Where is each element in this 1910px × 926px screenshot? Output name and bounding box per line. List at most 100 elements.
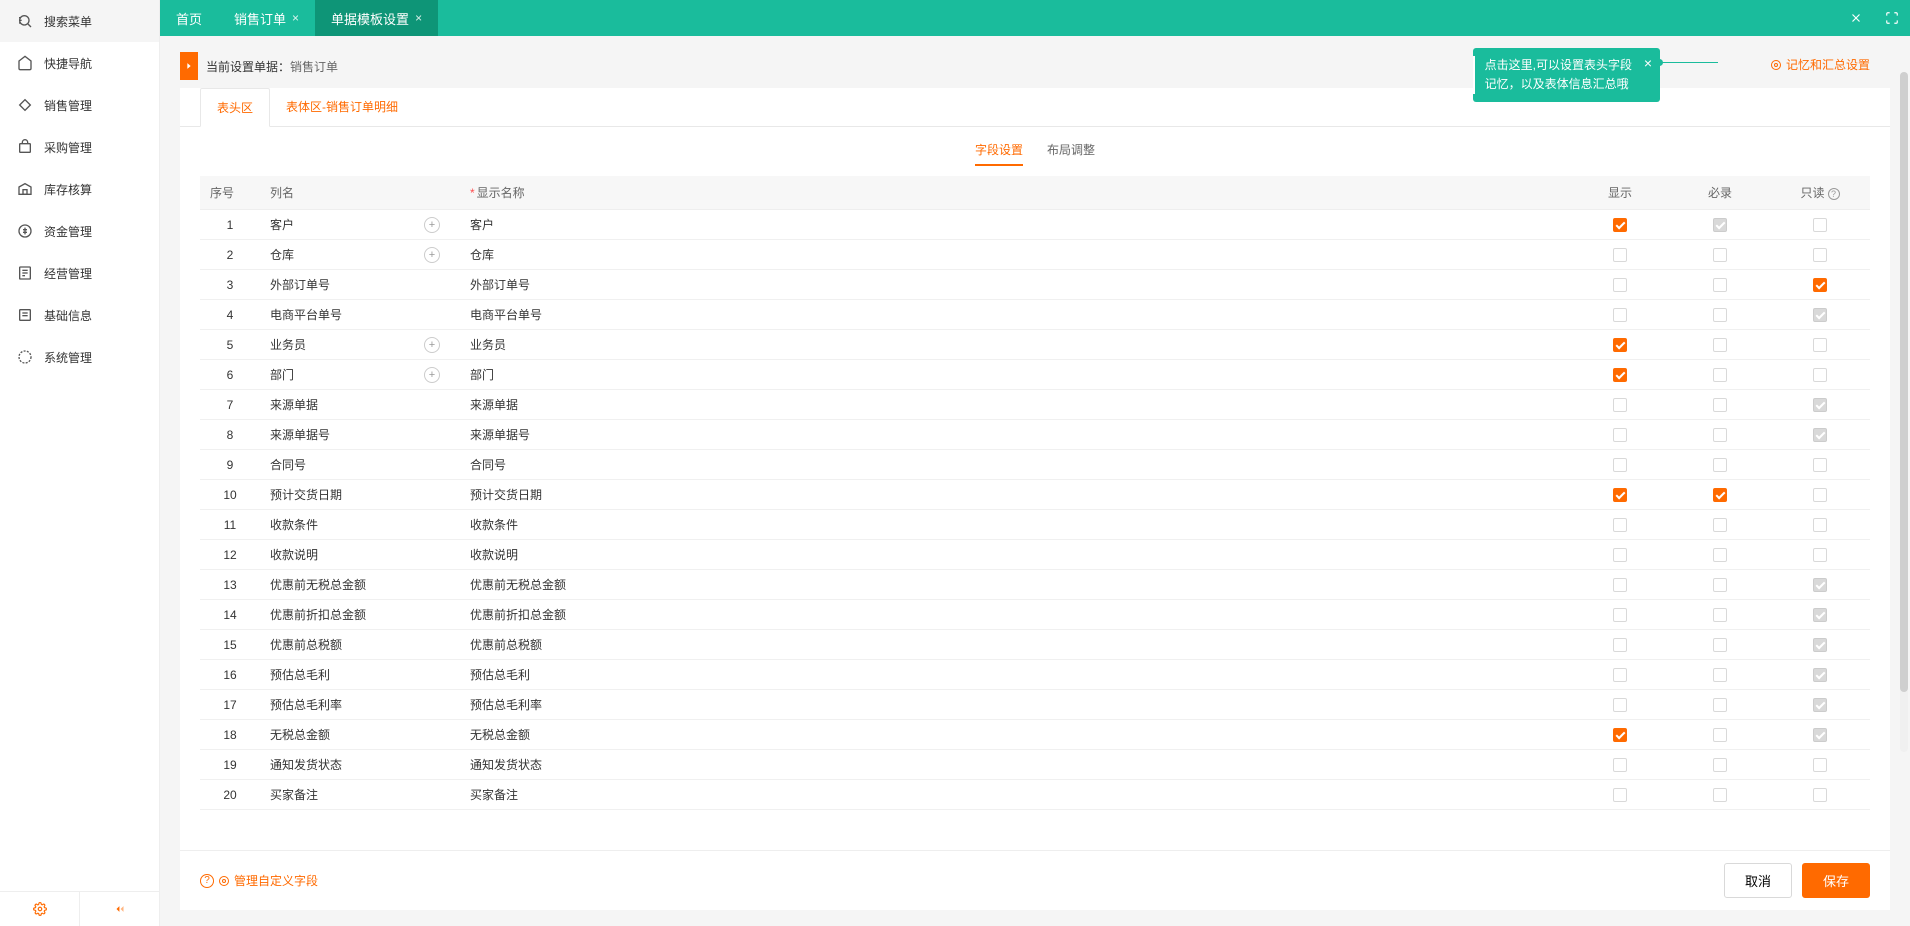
checkbox[interactable]: [1713, 758, 1727, 772]
checkbox[interactable]: [1713, 728, 1727, 742]
sidebar-item-2[interactable]: 销售管理: [0, 84, 159, 126]
sidebar-item-7[interactable]: 基础信息: [0, 294, 159, 336]
cell-dispname[interactable]: 业务员: [460, 330, 1570, 360]
checkbox[interactable]: [1713, 608, 1727, 622]
cell-dispname[interactable]: 合同号: [460, 450, 1570, 480]
checkbox[interactable]: [1813, 518, 1827, 532]
checkbox[interactable]: [1713, 308, 1727, 322]
checkbox[interactable]: [1813, 488, 1827, 502]
memory-settings-link[interactable]: 记忆和汇总设置: [1770, 56, 1870, 73]
section-tab[interactable]: 表头区: [200, 88, 270, 127]
sidebar-item-3[interactable]: 采购管理: [0, 126, 159, 168]
checkbox[interactable]: [1613, 638, 1627, 652]
checkbox[interactable]: [1713, 668, 1727, 682]
checkbox[interactable]: [1613, 338, 1627, 352]
checkbox[interactable]: [1613, 578, 1627, 592]
checkbox[interactable]: [1813, 218, 1827, 232]
sidebar-item-8[interactable]: 系统管理: [0, 336, 159, 378]
cell-dispname[interactable]: 收款条件: [460, 510, 1570, 540]
checkbox[interactable]: [1713, 638, 1727, 652]
checkbox[interactable]: [1713, 278, 1727, 292]
checkbox[interactable]: [1713, 248, 1727, 262]
checkbox[interactable]: [1713, 578, 1727, 592]
cell-dispname[interactable]: 来源单据号: [460, 420, 1570, 450]
tab-close-all-button[interactable]: [1838, 0, 1874, 36]
breadcrumb-toggle[interactable]: [180, 52, 198, 80]
checkbox[interactable]: [1613, 218, 1627, 232]
cell-dispname[interactable]: 通知发货状态: [460, 750, 1570, 780]
cell-dispname[interactable]: 部门: [460, 360, 1570, 390]
checkbox[interactable]: [1613, 518, 1627, 532]
checkbox[interactable]: [1713, 338, 1727, 352]
checkbox[interactable]: [1713, 488, 1727, 502]
sidebar-item-5[interactable]: 资金管理: [0, 210, 159, 252]
sidebar-collapse-button[interactable]: [79, 892, 159, 926]
checkbox[interactable]: [1613, 428, 1627, 442]
sidebar-item-4[interactable]: 库存核算: [0, 168, 159, 210]
checkbox[interactable]: [1813, 548, 1827, 562]
checkbox[interactable]: [1613, 398, 1627, 412]
checkbox[interactable]: [1613, 728, 1627, 742]
checkbox[interactable]: [1813, 458, 1827, 472]
cell-dispname[interactable]: 仓库: [460, 240, 1570, 270]
checkbox[interactable]: [1813, 368, 1827, 382]
checkbox[interactable]: [1613, 698, 1627, 712]
checkbox[interactable]: [1813, 338, 1827, 352]
checkbox[interactable]: [1613, 308, 1627, 322]
checkbox[interactable]: [1813, 758, 1827, 772]
checkbox[interactable]: [1713, 518, 1727, 532]
checkbox[interactable]: [1613, 548, 1627, 562]
checkbox[interactable]: [1613, 458, 1627, 472]
sidebar-item-6[interactable]: 经营管理: [0, 252, 159, 294]
cancel-button[interactable]: 取消: [1724, 863, 1792, 898]
cell-dispname[interactable]: 预估总毛利率: [460, 690, 1570, 720]
section-tab[interactable]: 表体区-销售订单明细: [270, 88, 414, 126]
sidebar-item-0[interactable]: 搜索菜单: [0, 0, 159, 42]
tooltip-close-button[interactable]: ×: [1644, 52, 1652, 74]
tab-close-icon[interactable]: ×: [292, 11, 299, 25]
checkbox[interactable]: [1813, 278, 1827, 292]
manage-custom-fields-link[interactable]: ? 管理自定义字段: [200, 872, 318, 889]
checkbox[interactable]: [1813, 248, 1827, 262]
sidebar-settings-button[interactable]: [0, 892, 79, 926]
checkbox[interactable]: [1713, 698, 1727, 712]
checkbox[interactable]: [1713, 548, 1727, 562]
checkbox[interactable]: [1613, 368, 1627, 382]
cell-dispname[interactable]: 预计交货日期: [460, 480, 1570, 510]
checkbox[interactable]: [1713, 458, 1727, 472]
checkbox[interactable]: [1613, 758, 1627, 772]
tab[interactable]: 销售订单×: [218, 0, 315, 36]
checkbox[interactable]: [1813, 788, 1827, 802]
save-button[interactable]: 保存: [1802, 863, 1870, 898]
cell-dispname[interactable]: 买家备注: [460, 780, 1570, 810]
cell-dispname[interactable]: 电商平台单号: [460, 300, 1570, 330]
checkbox[interactable]: [1713, 788, 1727, 802]
fields-table-wrap[interactable]: 序号 列名 *显示名称 显示 必录 只读? 1客户+客户2仓库+仓库3外部订单号…: [180, 176, 1890, 850]
mode-tab[interactable]: 布局调整: [1047, 141, 1095, 166]
tab-close-icon[interactable]: ×: [415, 11, 422, 25]
checkbox[interactable]: [1613, 488, 1627, 502]
checkbox[interactable]: [1713, 368, 1727, 382]
cell-dispname[interactable]: 优惠前无税总金额: [460, 570, 1570, 600]
cell-dispname[interactable]: 客户: [460, 210, 1570, 240]
cell-dispname[interactable]: 收款说明: [460, 540, 1570, 570]
tab-fullscreen-button[interactable]: [1874, 0, 1910, 36]
cell-dispname[interactable]: 外部订单号: [460, 270, 1570, 300]
tab[interactable]: 单据模板设置×: [315, 0, 438, 36]
tab[interactable]: 首页: [160, 0, 218, 36]
cell-dispname[interactable]: 预估总毛利: [460, 660, 1570, 690]
checkbox[interactable]: [1613, 278, 1627, 292]
cell-dispname[interactable]: 优惠前总税额: [460, 630, 1570, 660]
checkbox[interactable]: [1613, 668, 1627, 682]
cell-dispname[interactable]: 优惠前折扣总金额: [460, 600, 1570, 630]
cell-dispname[interactable]: 来源单据: [460, 390, 1570, 420]
add-field-button[interactable]: +: [424, 367, 440, 383]
mode-tab[interactable]: 字段设置: [975, 141, 1023, 166]
add-field-button[interactable]: +: [424, 217, 440, 233]
checkbox[interactable]: [1613, 608, 1627, 622]
cell-dispname[interactable]: 无税总金额: [460, 720, 1570, 750]
checkbox[interactable]: [1613, 248, 1627, 262]
help-icon[interactable]: ?: [1828, 188, 1840, 200]
add-field-button[interactable]: +: [424, 247, 440, 263]
checkbox[interactable]: [1613, 788, 1627, 802]
